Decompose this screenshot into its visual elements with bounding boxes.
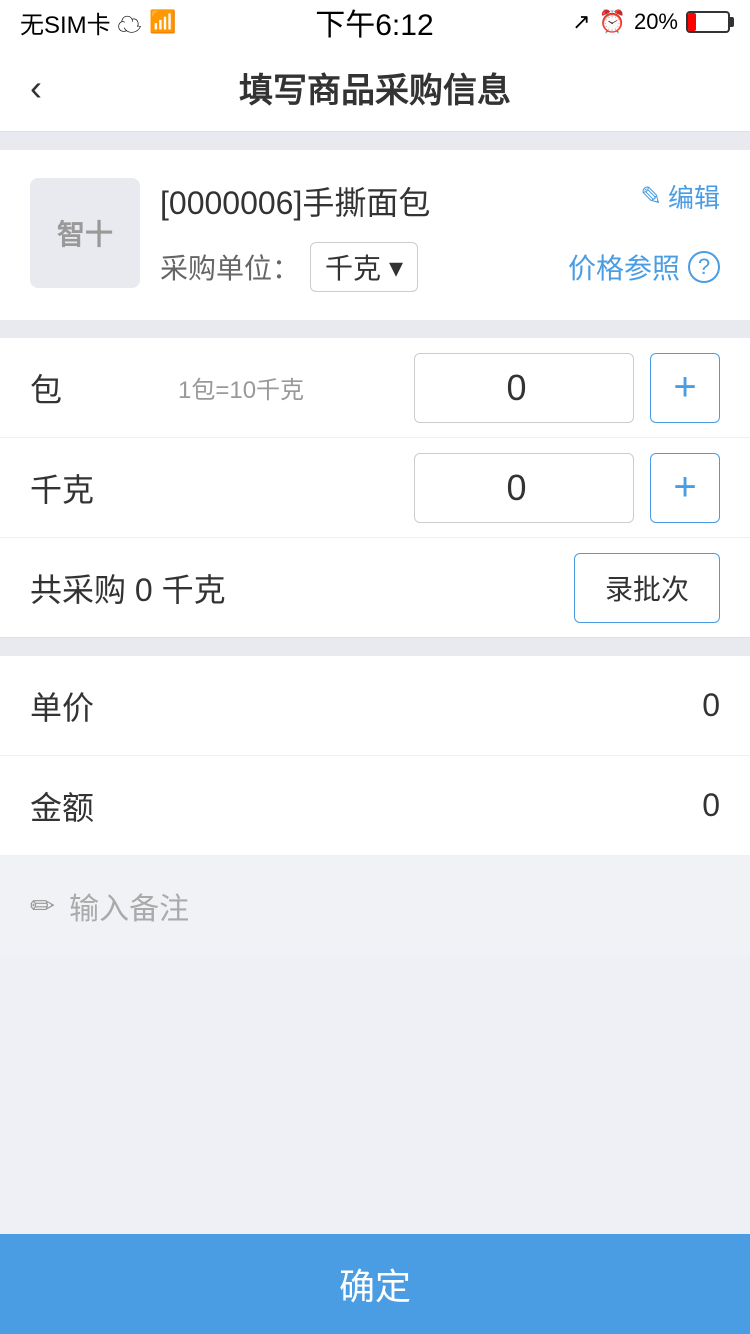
price-value-1: 0	[702, 787, 720, 824]
price-label-0: 单价	[30, 683, 702, 729]
quantity-row-1: 千克 +	[0, 438, 750, 538]
qty-input-1[interactable]	[414, 453, 634, 523]
wifi-icon: 📶	[149, 9, 176, 35]
status-bar-left: 无SIM卡 ☁ 📶	[20, 5, 177, 40]
unit-selector[interactable]: 千克 ▾	[310, 242, 418, 292]
mid-divider-1	[0, 320, 750, 338]
battery-percent: 20%	[634, 9, 678, 35]
alarm-icon: ⏰	[599, 9, 626, 35]
qty-input-wrap-1: +	[170, 453, 720, 523]
edit-icon: ✎	[640, 181, 662, 212]
no-sim-label: 无SIM卡 ☁	[20, 5, 141, 40]
status-bar-right: ↗ ⏰ 20%	[572, 9, 730, 35]
unit-value: 千克	[325, 247, 381, 287]
dropdown-arrow-icon: ▾	[389, 251, 403, 284]
summary-row: 共采购 0 千克 录批次	[0, 538, 750, 638]
edit-button[interactable]: ✎ 编辑	[640, 178, 720, 215]
product-unit-row: 采购单位： 千克 ▾ 价格参照 ?	[160, 242, 720, 292]
status-time: 下午6:12	[315, 0, 433, 44]
price-section: 单价 0 金额 0	[0, 656, 750, 856]
price-row-1: 金额 0	[0, 756, 750, 856]
back-button[interactable]: ‹	[30, 67, 42, 109]
batch-button[interactable]: 录批次	[574, 553, 720, 623]
price-row-0: 单价 0	[0, 656, 750, 756]
qty-input-0[interactable]	[414, 353, 634, 423]
qty-sublabel-0: 1包=10千克	[178, 370, 304, 405]
product-name: [0000006]手撕面包	[160, 178, 430, 224]
quantity-section: 包 1包=10千克 + 千克 +	[0, 338, 750, 538]
location-icon: ↗	[572, 9, 590, 35]
mid-divider-2	[0, 638, 750, 656]
page-title: 填写商品采购信息	[239, 63, 511, 112]
product-thumbnail: 智十	[30, 178, 140, 288]
price-value-0: 0	[702, 687, 720, 724]
confirm-button[interactable]: 确定	[0, 1234, 750, 1334]
quantity-row-0: 包 1包=10千克 +	[0, 338, 750, 438]
summary-text: 共采购 0 千克	[30, 565, 574, 611]
product-header: [0000006]手撕面包 ✎ 编辑	[160, 178, 720, 224]
nav-bar: ‹ 填写商品采购信息	[0, 44, 750, 132]
pencil-icon: ✏	[30, 889, 55, 924]
help-icon: ?	[688, 251, 720, 283]
unit-label: 采购单位：	[160, 247, 300, 287]
qty-plus-0[interactable]: +	[650, 353, 720, 423]
battery-icon	[686, 11, 730, 33]
product-card: 智十 [0000006]手撕面包 ✎ 编辑 采购单位： 千克 ▾ 价格参照 ?	[0, 150, 750, 320]
status-bar: 无SIM卡 ☁ 📶 下午6:12 ↗ ⏰ 20%	[0, 0, 750, 44]
qty-label-1: 千克	[30, 465, 170, 511]
thumbnail-text: 智十	[57, 213, 113, 253]
price-ref-button[interactable]: 价格参照 ?	[568, 247, 720, 287]
price-label-1: 金额	[30, 783, 702, 829]
price-ref-label: 价格参照	[568, 247, 680, 287]
top-divider	[0, 132, 750, 150]
remark-placeholder: 输入备注	[69, 884, 189, 928]
product-info: [0000006]手撕面包 ✎ 编辑 采购单位： 千克 ▾ 价格参照 ?	[160, 178, 720, 292]
qty-plus-1[interactable]: +	[650, 453, 720, 523]
edit-label: 编辑	[668, 178, 720, 215]
qty-input-wrap-0: +	[304, 353, 720, 423]
qty-label-0: 包	[30, 365, 170, 411]
remark-section[interactable]: ✏ 输入备注	[0, 856, 750, 956]
